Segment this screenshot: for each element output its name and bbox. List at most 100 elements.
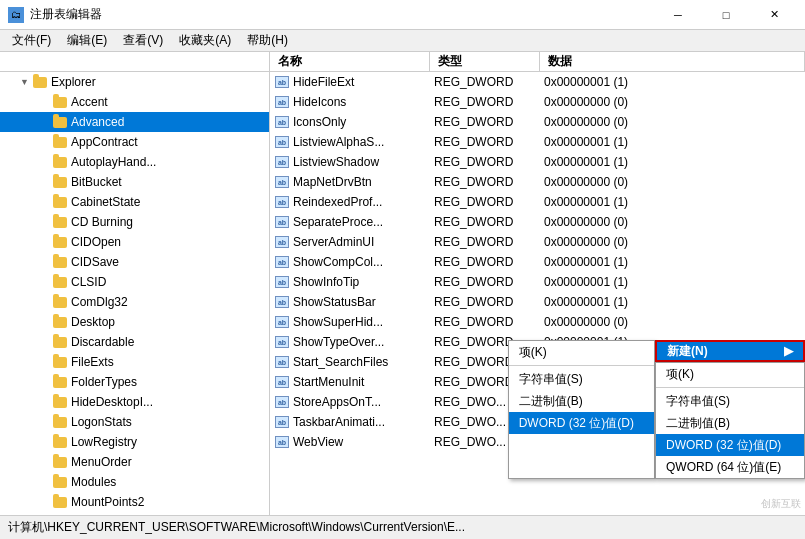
reg-row[interactable]: ab ShowCompCol... REG_DWORD 0x00000001 (… xyxy=(270,252,805,272)
ctx-item-string[interactable]: 字符串值(S) xyxy=(509,368,654,390)
tree-item-cidsave[interactable]: CIDSave xyxy=(0,252,269,272)
reg-name: ab ShowCompCol... xyxy=(270,255,430,269)
menu-help[interactable]: 帮助(H) xyxy=(239,30,296,51)
tree-item-hidedesktopi[interactable]: HideDesktopI... xyxy=(0,392,269,412)
reg-row[interactable]: ab ShowStatusBar REG_DWORD 0x00000001 (1… xyxy=(270,292,805,312)
ctx-item-xiang[interactable]: 项(K) xyxy=(509,341,654,363)
folder-icon xyxy=(52,355,68,369)
menu-favorites[interactable]: 收藏夹(A) xyxy=(171,30,239,51)
tree-item-cabinetstate[interactable]: CabinetState xyxy=(0,192,269,212)
reg-row[interactable]: ab ServerAdminUI REG_DWORD 0x00000000 (0… xyxy=(270,232,805,252)
tree-item-modules[interactable]: Modules xyxy=(0,472,269,492)
tree-item-menuorder[interactable]: MenuOrder xyxy=(0,452,269,472)
ctx-item-dword[interactable]: DWORD (32 位)值(D) xyxy=(509,412,654,434)
folder-icon xyxy=(52,475,68,489)
ctx-sub-xiang[interactable]: 项(K) xyxy=(656,363,804,385)
reg-row[interactable]: ab ReindexedProf... REG_DWORD 0x00000001… xyxy=(270,192,805,212)
ctx-label: 字符串值(S) xyxy=(519,371,583,388)
tree-item-label: ComDlg32 xyxy=(71,295,128,309)
folder-icon xyxy=(52,195,68,209)
ctx-sub-label: 二进制值(B) xyxy=(666,415,730,432)
reg-row[interactable]: ab SeparateProce... REG_DWORD 0x00000000… xyxy=(270,212,805,232)
tree-item-label: Desktop xyxy=(71,315,115,329)
reg-row[interactable]: ab HideIcons REG_DWORD 0x00000000 (0) xyxy=(270,92,805,112)
tree-item-bitbucket[interactable]: BitBucket xyxy=(0,172,269,192)
reg-name-label: ListviewShadow xyxy=(293,155,379,169)
app-icon: 🗂 xyxy=(8,7,24,23)
dword-icon: ab xyxy=(274,315,290,329)
app-title: 注册表编辑器 xyxy=(30,6,102,23)
dword-icon: ab xyxy=(274,215,290,229)
reg-row[interactable]: ab IconsOnly REG_DWORD 0x00000000 (0) xyxy=(270,112,805,132)
maximize-button[interactable]: □ xyxy=(703,5,749,25)
tree-item-clsid[interactable]: CLSID xyxy=(0,272,269,292)
reg-type: REG_DWORD xyxy=(430,255,540,269)
tree-item-appcontract[interactable]: AppContract xyxy=(0,132,269,152)
ctx-sub-binary[interactable]: 二进制值(B) xyxy=(656,412,804,434)
tree-scroll[interactable]: ▼ Explorer Accent Advanced xyxy=(0,72,269,515)
tree-item-advanced[interactable]: Advanced xyxy=(0,112,269,132)
ctx-sub-label: QWORD (64 位)值(E) xyxy=(666,459,781,476)
close-button[interactable]: ✕ xyxy=(751,5,797,25)
status-path: 计算机\HKEY_CURRENT_USER\SOFTWARE\Microsoft… xyxy=(8,519,465,536)
tree-item-accent[interactable]: Accent xyxy=(0,92,269,112)
tree-item-fileexts[interactable]: FileExts xyxy=(0,352,269,372)
reg-name-label: HideFileExt xyxy=(293,75,354,89)
ctx-sub-dword[interactable]: DWORD (32 位)值(D) xyxy=(656,434,804,456)
reg-name-label: Start_SearchFiles xyxy=(293,355,388,369)
reg-name: ab HideFileExt xyxy=(270,75,430,89)
tree-item-cidopen[interactable]: CIDOpen xyxy=(0,232,269,252)
tree-item-label: AutoplayHand... xyxy=(71,155,156,169)
tree-item-explorer[interactable]: ▼ Explorer xyxy=(0,72,269,92)
tree-item-discardable[interactable]: Discardable xyxy=(0,332,269,352)
folder-icon xyxy=(52,235,68,249)
reg-row[interactable]: ab HideFileExt REG_DWORD 0x00000001 (1) xyxy=(270,72,805,92)
tree-item-foldertypes[interactable]: FolderTypes xyxy=(0,372,269,392)
reg-type: REG_DWORD xyxy=(430,115,540,129)
ctx-item-binary[interactable]: 二进制值(B) xyxy=(509,390,654,412)
tree-item-desktop[interactable]: Desktop xyxy=(0,312,269,332)
reg-name: ab ListviewShadow xyxy=(270,155,430,169)
tree-item-label: Modules xyxy=(71,475,116,489)
tree-item-label: Discardable xyxy=(71,335,134,349)
menu-file[interactable]: 文件(F) xyxy=(4,30,59,51)
tree-item-cdburning[interactable]: CD Burning xyxy=(0,212,269,232)
tree-item-autoplayhand[interactable]: AutoplayHand... xyxy=(0,152,269,172)
tree-item-label: CIDOpen xyxy=(71,235,121,249)
dword-icon: ab xyxy=(274,435,290,449)
folder-icon xyxy=(52,135,68,149)
reg-type: REG_DWORD xyxy=(430,135,540,149)
reg-name: ab ShowInfoTip xyxy=(270,275,430,289)
right-column-headers: 名称 类型 数据 xyxy=(270,52,805,72)
ctx-sub-string[interactable]: 字符串值(S) xyxy=(656,390,804,412)
reg-name: ab StoreAppsOnT... xyxy=(270,395,430,409)
tree-item-lowregistry[interactable]: LowRegistry xyxy=(0,432,269,452)
reg-row[interactable]: ab ListviewAlphaS... REG_DWORD 0x0000000… xyxy=(270,132,805,152)
folder-icon xyxy=(52,255,68,269)
reg-data: 0x00000000 (0) xyxy=(540,315,805,329)
dword-icon: ab xyxy=(274,275,290,289)
folder-icon xyxy=(52,95,68,109)
folder-icon xyxy=(52,455,68,469)
reg-row[interactable]: ab MapNetDrvBtn REG_DWORD 0x00000000 (0) xyxy=(270,172,805,192)
minimize-button[interactable]: ─ xyxy=(655,5,701,25)
reg-name-label: ListviewAlphaS... xyxy=(293,135,384,149)
tree-item-logonstats[interactable]: LogonStats xyxy=(0,412,269,432)
tree-item-comdlg32[interactable]: ComDlg32 xyxy=(0,292,269,312)
reg-row[interactable]: ab ListviewShadow REG_DWORD 0x00000001 (… xyxy=(270,152,805,172)
dword-icon: ab xyxy=(274,335,290,349)
reg-type: REG_DWORD xyxy=(430,75,540,89)
ctx-sub-qword[interactable]: QWORD (64 位)值(E) xyxy=(656,456,804,478)
reg-name: ab ShowStatusBar xyxy=(270,295,430,309)
folder-icon xyxy=(52,395,68,409)
reg-row[interactable]: ab ShowInfoTip REG_DWORD 0x00000001 (1) xyxy=(270,272,805,292)
menu-view[interactable]: 查看(V) xyxy=(115,30,171,51)
reg-name-label: WebView xyxy=(293,435,343,449)
menu-edit[interactable]: 编辑(E) xyxy=(59,30,115,51)
submenu-container: 新建(N) ▶ 项(K) 字符串值(S) 二进制值(B) DWORD (32 位… xyxy=(655,340,805,479)
reg-name: ab MapNetDrvBtn xyxy=(270,175,430,189)
tree-item-mountpoints2[interactable]: MountPoints2 xyxy=(0,492,269,512)
reg-name: ab SeparateProce... xyxy=(270,215,430,229)
reg-row[interactable]: ab ShowSuperHid... REG_DWORD 0x00000000 … xyxy=(270,312,805,332)
reg-name: ab Start_SearchFiles xyxy=(270,355,430,369)
